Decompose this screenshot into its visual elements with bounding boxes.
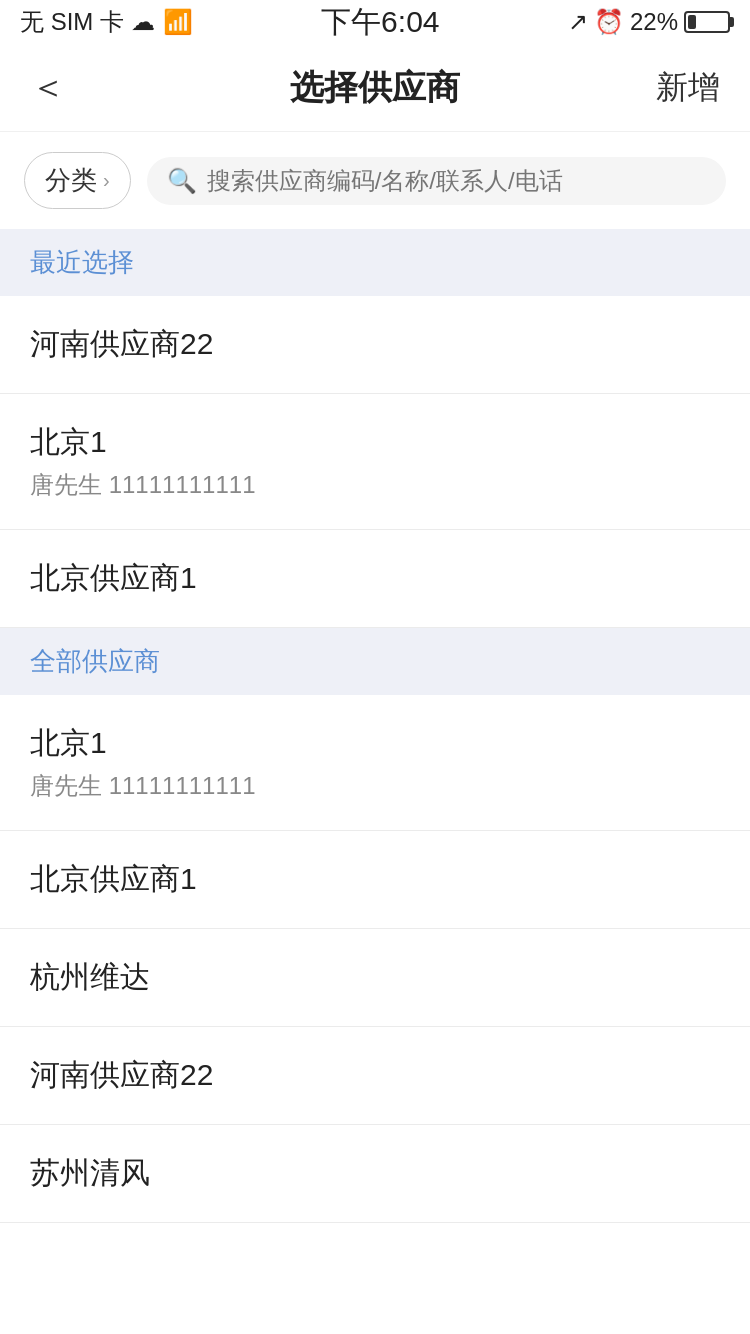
search-box[interactable]: 🔍: [147, 157, 726, 205]
item-name: 杭州维达: [30, 957, 720, 998]
alarm-icon: ⏰: [594, 8, 624, 36]
list-item[interactable]: 北京1 唐先生 11111111111: [0, 394, 750, 530]
recent-section-header: 最近选择: [0, 229, 750, 296]
item-name: 苏州清风: [30, 1153, 720, 1194]
item-name: 河南供应商22: [30, 1055, 720, 1096]
status-right: ↗ ⏰ 22%: [568, 8, 730, 36]
search-icon: 🔍: [167, 167, 197, 195]
list-item[interactable]: 杭州维达: [0, 929, 750, 1027]
item-sub: 唐先生 11111111111: [30, 770, 720, 802]
status-bar: 无 SIM 卡 ☁ 📶 下午6:04 ↗ ⏰ 22%: [0, 0, 750, 44]
chevron-right-icon: ›: [103, 169, 110, 192]
list-item[interactable]: 北京供应商1: [0, 530, 750, 628]
item-sub: 唐先生 11111111111: [30, 469, 720, 501]
filter-bar: 分类 › 🔍: [0, 132, 750, 229]
search-input[interactable]: [207, 167, 706, 195]
list-item[interactable]: 北京供应商1: [0, 831, 750, 929]
item-name: 北京供应商1: [30, 859, 720, 900]
all-section-header: 全部供应商: [0, 628, 750, 695]
all-list: 北京1 唐先生 11111111111 北京供应商1 杭州维达河南供应商22 苏州清风: [0, 695, 750, 1223]
sim-status: 无 SIM 卡 ☁: [20, 6, 155, 38]
page-title: 选择供应商: [110, 65, 640, 111]
item-name: 河南供应商22: [30, 324, 720, 365]
list-item[interactable]: 北京1 唐先生 11111111111: [0, 695, 750, 831]
location-icon: ↗: [568, 8, 588, 36]
wifi-icon: 📶: [163, 8, 193, 36]
item-name: 北京1: [30, 723, 720, 764]
status-time: 下午6:04: [321, 2, 439, 43]
back-button[interactable]: ＜: [30, 63, 110, 112]
recent-list: 河南供应商22 北京1 唐先生 11111111111 北京供应商1: [0, 296, 750, 628]
category-label: 分类: [45, 163, 97, 198]
item-name: 北京1: [30, 422, 720, 463]
list-item[interactable]: 河南供应商22: [0, 1027, 750, 1125]
list-item[interactable]: 河南供应商22: [0, 296, 750, 394]
category-button[interactable]: 分类 ›: [24, 152, 131, 209]
add-button[interactable]: 新增: [640, 66, 720, 110]
battery-icon: [684, 11, 730, 33]
list-item[interactable]: 苏州清风: [0, 1125, 750, 1223]
nav-bar: ＜ 选择供应商 新增: [0, 44, 750, 132]
battery-text: 22%: [630, 8, 678, 36]
status-left: 无 SIM 卡 ☁ 📶: [20, 6, 193, 38]
item-name: 北京供应商1: [30, 558, 720, 599]
